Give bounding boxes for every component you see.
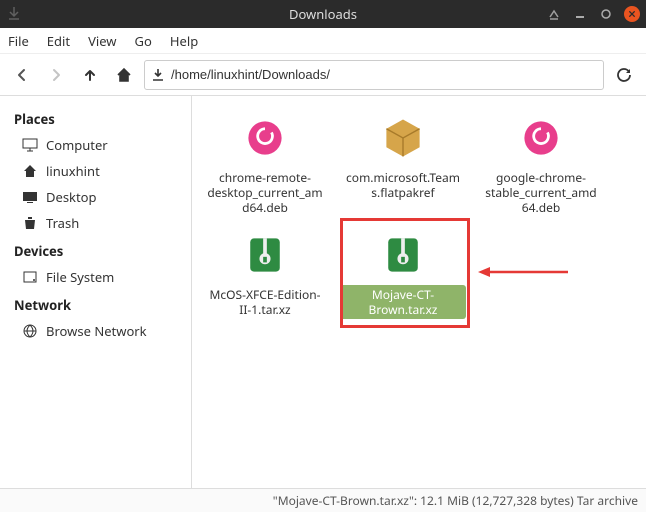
- file-label: McOS-XFCE-Edition-II-1.tar.xz: [202, 285, 328, 319]
- close-button[interactable]: [624, 6, 640, 22]
- network-icon: [22, 323, 38, 339]
- sidebar: Places Computer linuxhint Desktop Trash …: [0, 96, 192, 488]
- file-label: Mojave-CT-Brown.tar.xz: [340, 285, 466, 319]
- home-button[interactable]: [110, 61, 138, 89]
- desktop-icon: [22, 189, 38, 205]
- minimize-button[interactable]: [572, 6, 588, 22]
- sidebar-item-desktop[interactable]: Desktop: [4, 184, 191, 210]
- file-view[interactable]: chrome-remote-desktop_current_amd64.deb c…: [192, 96, 646, 488]
- forward-button[interactable]: [42, 61, 70, 89]
- toolbar: [0, 54, 646, 96]
- sidebar-item-label: Desktop: [46, 188, 97, 206]
- up-button[interactable]: [76, 61, 104, 89]
- status-text: "Mojave-CT-Brown.tar.xz": 12.1 MiB (12,7…: [273, 492, 638, 509]
- menu-edit[interactable]: Edit: [47, 32, 70, 50]
- sidebar-item-label: Computer: [46, 136, 108, 154]
- file-grid: chrome-remote-desktop_current_amd64.deb c…: [200, 108, 638, 323]
- archive-icon: [239, 229, 291, 281]
- archive-icon: [377, 229, 429, 281]
- sidebar-heading-network: Network: [4, 290, 191, 318]
- package-icon: [377, 112, 429, 164]
- menu-view[interactable]: View: [88, 32, 116, 50]
- file-label: google-chrome-stable_current_amd64.deb: [478, 168, 604, 217]
- app-icon: [6, 6, 22, 22]
- path-download-icon: [151, 68, 165, 82]
- maximize-button[interactable]: [598, 6, 614, 22]
- sidebar-heading-devices: Devices: [4, 236, 191, 264]
- window-controls: [546, 6, 640, 22]
- sidebar-item-label: Trash: [46, 214, 79, 232]
- computer-icon: [22, 137, 38, 153]
- refresh-button[interactable]: [610, 61, 638, 89]
- sidebar-item-label: File System: [46, 268, 114, 286]
- sidebar-item-browse-network[interactable]: Browse Network: [4, 318, 191, 344]
- path-input[interactable]: [171, 67, 597, 82]
- file-item[interactable]: com.microsoft.Teams.flatpakref: [338, 108, 468, 221]
- menubar: File Edit View Go Help: [0, 28, 646, 54]
- menu-help[interactable]: Help: [170, 32, 198, 50]
- file-item[interactable]: chrome-remote-desktop_current_amd64.deb: [200, 108, 330, 221]
- sidebar-item-home[interactable]: linuxhint: [4, 158, 191, 184]
- sidebar-item-label: Browse Network: [46, 322, 147, 340]
- home-icon: [22, 163, 38, 179]
- trash-icon: [22, 215, 38, 231]
- sidebar-heading-places: Places: [4, 104, 191, 132]
- file-item[interactable]: Mojave-CT-Brown.tar.xz: [338, 225, 468, 323]
- file-item[interactable]: google-chrome-stable_current_amd64.deb: [476, 108, 606, 221]
- file-item[interactable]: McOS-XFCE-Edition-II-1.tar.xz: [200, 225, 330, 323]
- keep-above-button[interactable]: [546, 6, 562, 22]
- back-button[interactable]: [8, 61, 36, 89]
- file-label: com.microsoft.Teams.flatpakref: [340, 168, 466, 202]
- disk-icon: [22, 269, 38, 285]
- path-bar[interactable]: [144, 60, 604, 90]
- menu-go[interactable]: Go: [135, 32, 152, 50]
- debian-icon: [515, 112, 567, 164]
- sidebar-item-filesystem[interactable]: File System: [4, 264, 191, 290]
- debian-icon: [239, 112, 291, 164]
- sidebar-item-label: linuxhint: [46, 162, 100, 180]
- menu-file[interactable]: File: [8, 32, 29, 50]
- titlebar: Downloads: [0, 0, 646, 28]
- sidebar-item-trash[interactable]: Trash: [4, 210, 191, 236]
- statusbar: "Mojave-CT-Brown.tar.xz": 12.1 MiB (12,7…: [0, 488, 646, 512]
- main-area: Places Computer linuxhint Desktop Trash …: [0, 96, 646, 488]
- file-label: chrome-remote-desktop_current_amd64.deb: [202, 168, 328, 217]
- sidebar-item-computer[interactable]: Computer: [4, 132, 191, 158]
